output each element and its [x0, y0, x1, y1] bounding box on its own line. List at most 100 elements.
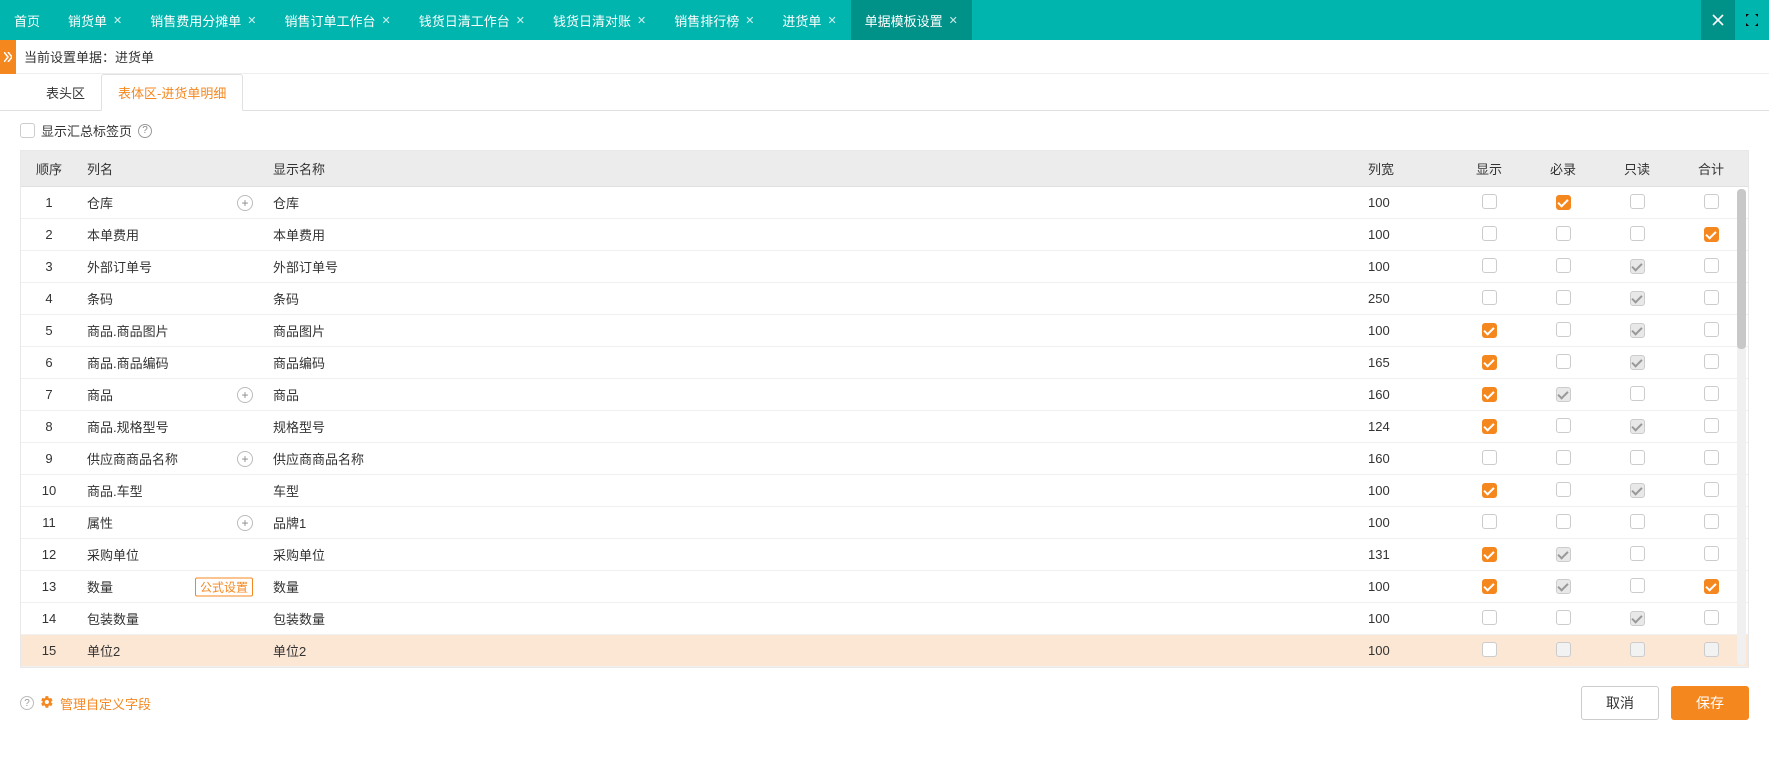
- cell-display-name[interactable]: 车型: [263, 475, 1358, 507]
- close-icon[interactable]: ✕: [247, 14, 256, 27]
- checkbox-readonly[interactable]: [1630, 419, 1645, 434]
- checkbox-readonly[interactable]: [1630, 386, 1645, 401]
- cell-display-name[interactable]: 仓库: [263, 187, 1358, 219]
- top-tab[interactable]: 销售排行榜✕: [660, 0, 768, 40]
- fullscreen-button[interactable]: [1735, 0, 1769, 40]
- checkbox-total[interactable]: [1704, 579, 1719, 594]
- checkbox-total[interactable]: [1704, 482, 1719, 497]
- checkbox-required[interactable]: [1556, 387, 1571, 402]
- close-icon[interactable]: ✕: [516, 14, 525, 27]
- table-row[interactable]: 2本单费用本单费用100: [21, 219, 1748, 251]
- checkbox-required[interactable]: [1556, 579, 1571, 594]
- cell-display-name[interactable]: 品牌1: [263, 507, 1358, 539]
- checkbox-readonly[interactable]: [1630, 514, 1645, 529]
- checkbox-show[interactable]: [1482, 419, 1497, 434]
- checkbox-total[interactable]: [1704, 514, 1719, 529]
- table-row[interactable]: 14包装数量包装数量100: [21, 603, 1748, 635]
- checkbox-required[interactable]: [1556, 450, 1571, 465]
- cell-width[interactable]: 100: [1358, 635, 1452, 667]
- checkbox-readonly[interactable]: [1630, 546, 1645, 561]
- add-sub-column-button[interactable]: +: [237, 515, 253, 531]
- close-icon[interactable]: ✕: [113, 14, 122, 27]
- sub-tab[interactable]: 表头区: [30, 75, 101, 110]
- table-row[interactable]: 6商品.商品编码商品编码165: [21, 347, 1748, 379]
- checkbox-readonly[interactable]: [1630, 323, 1645, 338]
- checkbox-show[interactable]: [1482, 450, 1497, 465]
- checkbox-show[interactable]: [1482, 290, 1497, 305]
- checkbox-show[interactable]: [1482, 258, 1497, 273]
- checkbox-show[interactable]: [1482, 194, 1497, 209]
- checkbox-required[interactable]: [1556, 290, 1571, 305]
- top-tab[interactable]: 首页: [0, 0, 54, 40]
- cell-width[interactable]: 100: [1358, 187, 1452, 219]
- checkbox-readonly[interactable]: [1630, 578, 1645, 593]
- manage-custom-fields-link[interactable]: 管理自定义字段: [60, 694, 151, 713]
- checkbox-required[interactable]: [1556, 226, 1571, 241]
- close-icon[interactable]: ✕: [745, 14, 754, 27]
- checkbox-total[interactable]: [1704, 322, 1719, 337]
- table-row[interactable]: 9供应商商品名称+供应商商品名称160: [21, 443, 1748, 475]
- cell-width[interactable]: 160: [1358, 443, 1452, 475]
- cell-display-name[interactable]: 规格型号: [263, 411, 1358, 443]
- close-icon[interactable]: ✕: [637, 14, 646, 27]
- checkbox-total[interactable]: [1704, 227, 1719, 242]
- checkbox-total[interactable]: [1704, 386, 1719, 401]
- checkbox-total[interactable]: [1704, 258, 1719, 273]
- close-icon[interactable]: ✕: [949, 14, 958, 27]
- checkbox-total[interactable]: [1704, 194, 1719, 209]
- checkbox-total[interactable]: [1704, 290, 1719, 305]
- checkbox-readonly[interactable]: [1630, 226, 1645, 241]
- cell-display-name[interactable]: 外部订单号: [263, 251, 1358, 283]
- cell-display-name[interactable]: 条码: [263, 283, 1358, 315]
- table-row[interactable]: 15单位2单位2100: [21, 635, 1748, 667]
- checkbox-total[interactable]: [1704, 610, 1719, 625]
- table-row[interactable]: 11属性+品牌1100: [21, 507, 1748, 539]
- checkbox-show[interactable]: [1482, 323, 1497, 338]
- cell-display-name[interactable]: 单位2: [263, 635, 1358, 667]
- cell-width[interactable]: 124: [1358, 411, 1452, 443]
- cell-width[interactable]: 131: [1358, 539, 1452, 571]
- checkbox-readonly[interactable]: [1630, 355, 1645, 370]
- cell-width[interactable]: 100: [1358, 475, 1452, 507]
- table-scrollbar-thumb[interactable]: [1737, 189, 1746, 349]
- table-row[interactable]: 10商品.车型车型100: [21, 475, 1748, 507]
- sub-tab[interactable]: 表体区-进货单明细: [101, 74, 243, 111]
- save-button[interactable]: 保存: [1671, 686, 1749, 720]
- footer-help-icon[interactable]: ?: [20, 696, 34, 710]
- close-icon[interactable]: ✕: [827, 14, 836, 27]
- top-tab[interactable]: 销售费用分摊单✕: [136, 0, 270, 40]
- checkbox-show[interactable]: [1482, 226, 1497, 241]
- top-tab[interactable]: 单据模板设置✕: [851, 0, 972, 40]
- cell-display-name[interactable]: 商品: [263, 379, 1358, 411]
- table-row[interactable]: 5商品.商品图片商品图片100: [21, 315, 1748, 347]
- table-row[interactable]: 4条码条码250: [21, 283, 1748, 315]
- cell-display-name[interactable]: 包装数量: [263, 603, 1358, 635]
- top-tab[interactable]: 钱货日清工作台✕: [405, 0, 539, 40]
- cell-width[interactable]: 250: [1358, 283, 1452, 315]
- checkbox-total[interactable]: [1704, 354, 1719, 369]
- checkbox-show[interactable]: [1482, 514, 1497, 529]
- checkbox-required[interactable]: [1556, 610, 1571, 625]
- table-row[interactable]: 8商品.规格型号规格型号124: [21, 411, 1748, 443]
- top-tab[interactable]: 销售订单工作台✕: [270, 0, 404, 40]
- checkbox-show[interactable]: [1482, 355, 1497, 370]
- checkbox-required[interactable]: [1556, 258, 1571, 273]
- table-row[interactable]: 3外部订单号外部订单号100: [21, 251, 1748, 283]
- table-row[interactable]: 1仓库+仓库100: [21, 187, 1748, 219]
- checkbox-show[interactable]: [1482, 610, 1497, 625]
- checkbox-readonly[interactable]: [1630, 611, 1645, 626]
- cell-display-name[interactable]: 本单费用: [263, 219, 1358, 251]
- cancel-button[interactable]: 取消: [1581, 686, 1659, 720]
- formula-setting-button[interactable]: 公式设置: [195, 577, 253, 596]
- checkbox-total[interactable]: [1704, 450, 1719, 465]
- cell-width[interactable]: 100: [1358, 571, 1452, 603]
- cell-width[interactable]: 100: [1358, 251, 1452, 283]
- help-icon[interactable]: ?: [138, 124, 152, 138]
- cell-width[interactable]: 165: [1358, 347, 1452, 379]
- summary-tab-checkbox[interactable]: [20, 123, 35, 138]
- cell-display-name[interactable]: 采购单位: [263, 539, 1358, 571]
- checkbox-readonly[interactable]: [1630, 259, 1645, 274]
- cell-width[interactable]: 100: [1358, 507, 1452, 539]
- checkbox-readonly[interactable]: [1630, 450, 1645, 465]
- checkbox-readonly[interactable]: [1630, 291, 1645, 306]
